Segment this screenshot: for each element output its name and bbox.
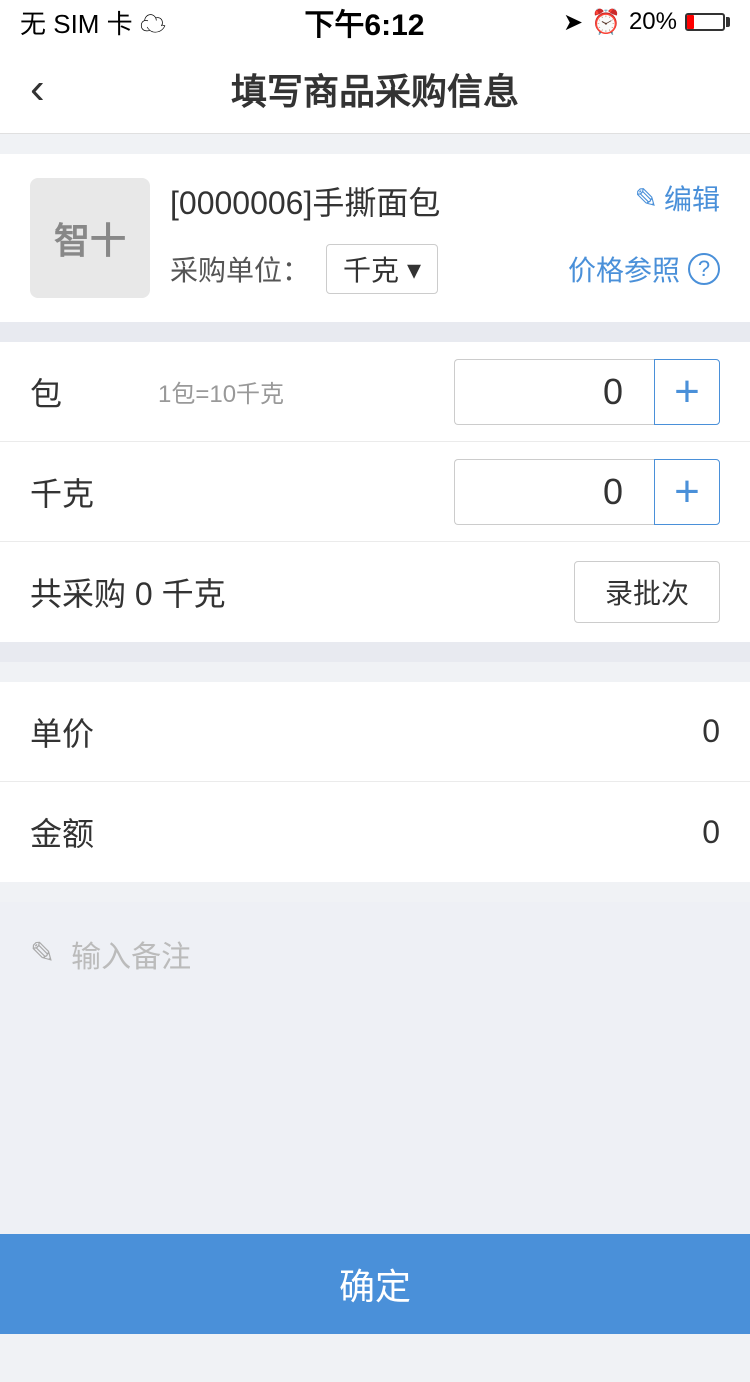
remark-section[interactable]: ✎ 输入备注 bbox=[0, 902, 750, 1282]
confirm-button[interactable]: 确定 bbox=[0, 1234, 750, 1334]
unit-value: 千克 bbox=[343, 249, 399, 289]
section-divider-2 bbox=[0, 642, 750, 662]
bag-plus-button[interactable]: + bbox=[654, 359, 720, 425]
product-thumbnail: 智十 bbox=[30, 178, 150, 298]
status-right: ➤ ⏰ 20% bbox=[563, 8, 730, 37]
kg-plus-button[interactable]: + bbox=[654, 459, 720, 525]
unit-label: 采购单位： bbox=[170, 249, 310, 289]
status-bar: 无 SIM 卡 ☁ 下午6:12 ➤ ⏰ 20% bbox=[0, 0, 750, 44]
unit-select-dropdown[interactable]: 千克 ▾ bbox=[326, 244, 438, 294]
kg-input-row: 千克 + bbox=[0, 442, 750, 542]
product-logo: 智十 bbox=[54, 212, 126, 264]
status-left: 无 SIM 卡 ☁ bbox=[20, 4, 166, 41]
amount-value: 0 bbox=[702, 814, 720, 851]
unit-price-label: 单价 bbox=[30, 709, 94, 755]
unit-price-row: 单价 0 bbox=[0, 682, 750, 782]
alarm-icon: ⏰ bbox=[591, 8, 621, 37]
pencil-icon: ✎ bbox=[30, 936, 55, 971]
kg-label: 千克 bbox=[30, 469, 150, 515]
status-time: 下午6:12 bbox=[304, 0, 424, 44]
page-title: 填写商品采购信息 bbox=[231, 63, 519, 115]
bag-quantity-input[interactable] bbox=[454, 359, 654, 425]
confirm-label: 确定 bbox=[339, 1258, 411, 1310]
product-unit-row: 采购单位： 千克 ▾ 价格参照 ? bbox=[170, 244, 720, 294]
location-icon: ➤ bbox=[563, 8, 583, 37]
battery-icon bbox=[685, 13, 730, 31]
total-label: 共采购 0 千克 bbox=[30, 569, 226, 615]
price-ref-help-icon: ? bbox=[688, 253, 720, 285]
battery-percent: 20% bbox=[629, 8, 677, 36]
record-batch-button[interactable]: 录批次 bbox=[574, 561, 720, 623]
bag-input-control: + bbox=[454, 359, 720, 425]
total-row: 共采购 0 千克 录批次 bbox=[0, 542, 750, 642]
dropdown-icon: ▾ bbox=[407, 253, 421, 286]
price-info-section: 单价 0 金额 0 bbox=[0, 682, 750, 882]
kg-input-control: + bbox=[454, 459, 720, 525]
remark-placeholder: 输入备注 bbox=[71, 932, 191, 976]
unit-price-value: 0 bbox=[702, 713, 720, 750]
edit-icon: ✎ bbox=[635, 182, 658, 215]
price-reference-button[interactable]: 价格参照 ? bbox=[568, 249, 720, 289]
kg-quantity-input[interactable] bbox=[454, 459, 654, 525]
bag-label: 包 bbox=[30, 369, 150, 415]
price-ref-label: 价格参照 bbox=[568, 249, 680, 289]
nav-bar: ‹ 填写商品采购信息 bbox=[0, 44, 750, 134]
sim-signal: 无 SIM 卡 ☁ bbox=[20, 4, 166, 41]
back-button[interactable]: ‹ bbox=[30, 64, 45, 114]
edit-button[interactable]: ✎ 编辑 bbox=[635, 178, 720, 218]
amount-label: 金额 bbox=[30, 809, 94, 855]
edit-label: 编辑 bbox=[664, 178, 720, 218]
bag-sublabel: 1包=10千克 bbox=[158, 374, 284, 409]
input-section: 包 1包=10千克 + 千克 + bbox=[0, 342, 750, 542]
section-divider-1 bbox=[0, 322, 750, 342]
product-card: 智十 [0000006]手撕面包 采购单位： 千克 ▾ 价格参照 ? ✎ 编辑 bbox=[0, 154, 750, 322]
bag-input-row: 包 1包=10千克 + bbox=[0, 342, 750, 442]
amount-row: 金额 0 bbox=[0, 782, 750, 882]
